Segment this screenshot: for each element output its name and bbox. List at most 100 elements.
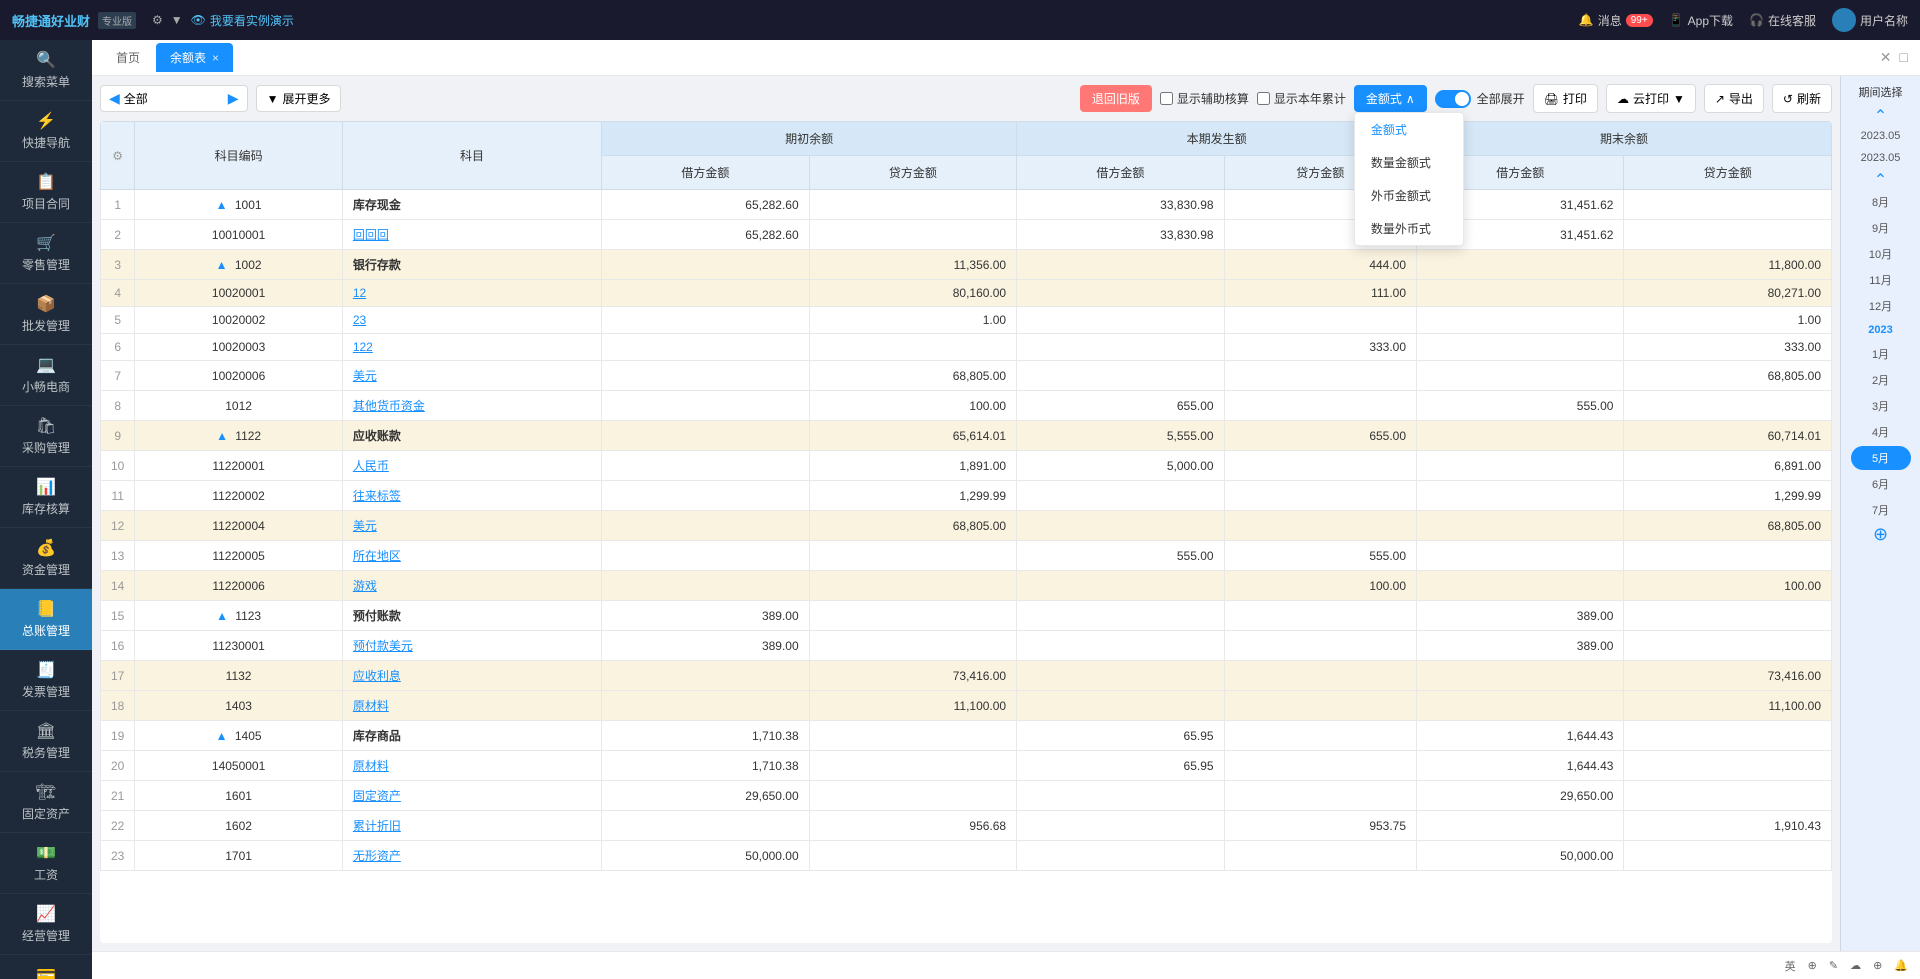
add-icon[interactable]: ⊕ [1808, 959, 1817, 972]
add-status-icon[interactable]: ⊕ [1873, 959, 1882, 972]
sidebar-item-inventory[interactable]: 📊 库存核算 [0, 467, 92, 528]
tab-home[interactable]: 首页 [104, 43, 152, 72]
account-name[interactable]: 回回回 [342, 220, 601, 250]
period-nov[interactable]: 11月 [1851, 268, 1911, 292]
period-may[interactable]: 5月 [1851, 446, 1911, 470]
account-name[interactable]: 美元 [342, 361, 601, 391]
period-mar[interactable]: 3月 [1851, 394, 1911, 418]
online-service-btn[interactable]: 🎧 在线客服 [1749, 12, 1816, 29]
period-oct[interactable]: 10月 [1851, 242, 1911, 266]
period-jul[interactable]: 7月 [1851, 498, 1911, 522]
period-apr[interactable]: 4月 [1851, 420, 1911, 444]
return-old-btn[interactable]: 退回旧版 [1080, 85, 1152, 112]
style-option-qty-foreign[interactable]: 数量外币式 [1355, 212, 1463, 245]
sidebar-item-wholesale[interactable]: 📦 批发管理 [0, 284, 92, 345]
sidebar-item-ledger[interactable]: 📒 总账管理 [0, 589, 92, 650]
sidebar-item-payroll[interactable]: 💵 工资 [0, 833, 92, 894]
ytd-checkbox-input[interactable] [1257, 92, 1270, 105]
app-download-btn[interactable]: 📱 App下载 [1669, 12, 1733, 29]
dropdown-icon[interactable]: ▼ [171, 13, 183, 27]
period-collapse-up-btn2[interactable]: ⌃ [1874, 170, 1887, 190]
account-name[interactable]: 预付款美元 [342, 631, 601, 661]
account-name[interactable]: 原材料 [342, 751, 601, 781]
account-name[interactable]: 累计折旧 [342, 811, 601, 841]
tab-balance[interactable]: 余额表 × [156, 43, 233, 72]
row-number: 9 [101, 421, 135, 451]
account-name[interactable]: 原材料 [342, 691, 601, 721]
user-avatar[interactable]: 用户名称 [1832, 8, 1908, 32]
account-name[interactable]: 人民币 [342, 451, 601, 481]
show-aid-checkbox[interactable]: 显示辅助核算 [1160, 90, 1249, 107]
period-collapse-up-btn[interactable]: ⌃ [1874, 106, 1887, 126]
sidebar-item-quicknav[interactable]: ⚡ 快捷导航 [0, 101, 92, 162]
period-aug[interactable]: 8月 [1851, 190, 1911, 214]
style-option-foreign-amount[interactable]: 外币金额式 [1355, 179, 1463, 212]
col-settings[interactable]: ⚙ [101, 122, 135, 190]
period-sep[interactable]: 9月 [1851, 216, 1911, 240]
period-feb[interactable]: 2月 [1851, 368, 1911, 392]
account-name[interactable]: 应收利息 [342, 661, 601, 691]
toggle-switch-input[interactable] [1435, 90, 1471, 108]
edit-icon[interactable]: ✎ [1829, 959, 1838, 972]
account-name[interactable]: 122 [342, 334, 601, 361]
lang-icon[interactable]: 英 [1785, 958, 1796, 974]
account-name[interactable]: 12 [342, 280, 601, 307]
account-name[interactable]: 应收账款 [342, 421, 601, 451]
window-close-btn[interactable]: ✕ [1880, 49, 1892, 66]
sidebar-item-retail[interactable]: 🛒 零售管理 [0, 223, 92, 284]
print-btn[interactable]: 🖨 打印 [1533, 84, 1598, 113]
aid-checkbox-input[interactable] [1160, 92, 1173, 105]
sidebar-item-operations[interactable]: 📈 经营管理 [0, 894, 92, 955]
period-2023-05-1[interactable]: 2023.05 [1851, 126, 1911, 146]
period-jan[interactable]: 1月 [1851, 342, 1911, 366]
sidebar-item-ecommerce[interactable]: 💻 小畅电商 [0, 345, 92, 406]
account-name[interactable]: 往来标签 [342, 481, 601, 511]
window-restore-btn[interactable]: □ [1900, 49, 1908, 66]
account-name[interactable]: 其他货币资金 [342, 391, 601, 421]
period-year-2023[interactable]: 2023 [1851, 320, 1911, 340]
col-settings-icon[interactable]: ⚙ [112, 149, 123, 163]
demo-link[interactable]: 👁 我要看实例演示 [191, 12, 294, 29]
bell-status-icon[interactable]: 🔔 [1894, 959, 1908, 972]
sidebar-item-purchase[interactable]: 🛍 采购管理 [0, 406, 92, 467]
search-input[interactable] [124, 92, 224, 106]
next-nav-btn[interactable]: ▶ [228, 90, 239, 107]
style-dropdown-btn[interactable]: 金额式 ∧ [1354, 85, 1427, 112]
tab-close-btn[interactable]: × [212, 51, 219, 65]
expand-all-toggle[interactable]: 全部展开 [1435, 90, 1525, 108]
account-name[interactable]: 预付账款 [342, 601, 601, 631]
show-ytd-checkbox[interactable]: 显示本年累计 [1257, 90, 1346, 107]
sidebar-item-assets[interactable]: 🏗 固定资产 [0, 772, 92, 833]
account-name[interactable]: 银行存款 [342, 250, 601, 280]
account-name[interactable]: 所在地区 [342, 541, 601, 571]
sidebar-item-expense[interactable]: 💳 小畅报销 [0, 955, 92, 979]
period-dec[interactable]: 12月 [1851, 294, 1911, 318]
sidebar-item-search[interactable]: 🔍 搜索菜单 [0, 40, 92, 101]
account-name[interactable]: 23 [342, 307, 601, 334]
refresh-btn[interactable]: ↺ 刷新 [1772, 84, 1832, 113]
cloud-print-btn[interactable]: ☁ 云打印 ▼ [1606, 84, 1696, 113]
debit-current [1017, 811, 1224, 841]
settings-icon[interactable]: ⚙ [152, 13, 163, 27]
debit-close [1417, 361, 1624, 391]
account-name[interactable]: 美元 [342, 511, 601, 541]
account-name[interactable]: 固定资产 [342, 781, 601, 811]
period-jun[interactable]: 6月 [1851, 472, 1911, 496]
account-name[interactable]: 库存现金 [342, 190, 601, 220]
message-btn[interactable]: 🔔 消息 99+ [1579, 12, 1653, 29]
prev-nav-btn[interactable]: ◀ [109, 90, 120, 107]
style-option-qty-amount[interactable]: 数量金额式 [1355, 146, 1463, 179]
style-option-amount[interactable]: 金额式 [1355, 113, 1463, 146]
sidebar-item-invoice[interactable]: 🧾 发票管理 [0, 650, 92, 711]
account-name[interactable]: 游戏 [342, 571, 601, 601]
cloud-status-icon[interactable]: ☁ [1850, 959, 1861, 972]
export-btn[interactable]: ↗ 导出 [1704, 84, 1764, 113]
expand-more-btn[interactable]: ▼ 展开更多 [256, 85, 342, 112]
sidebar-item-tax[interactable]: 🏛 税务管理 [0, 711, 92, 772]
account-name[interactable]: 库存商品 [342, 721, 601, 751]
sidebar-item-contract[interactable]: 📋 项目合同 [0, 162, 92, 223]
account-name[interactable]: 无形资产 [342, 841, 601, 871]
period-more-btn[interactable]: ⊕ [1873, 524, 1888, 545]
period-2023-05-2[interactable]: 2023.05 [1851, 148, 1911, 168]
sidebar-item-finance[interactable]: 💰 资金管理 [0, 528, 92, 589]
